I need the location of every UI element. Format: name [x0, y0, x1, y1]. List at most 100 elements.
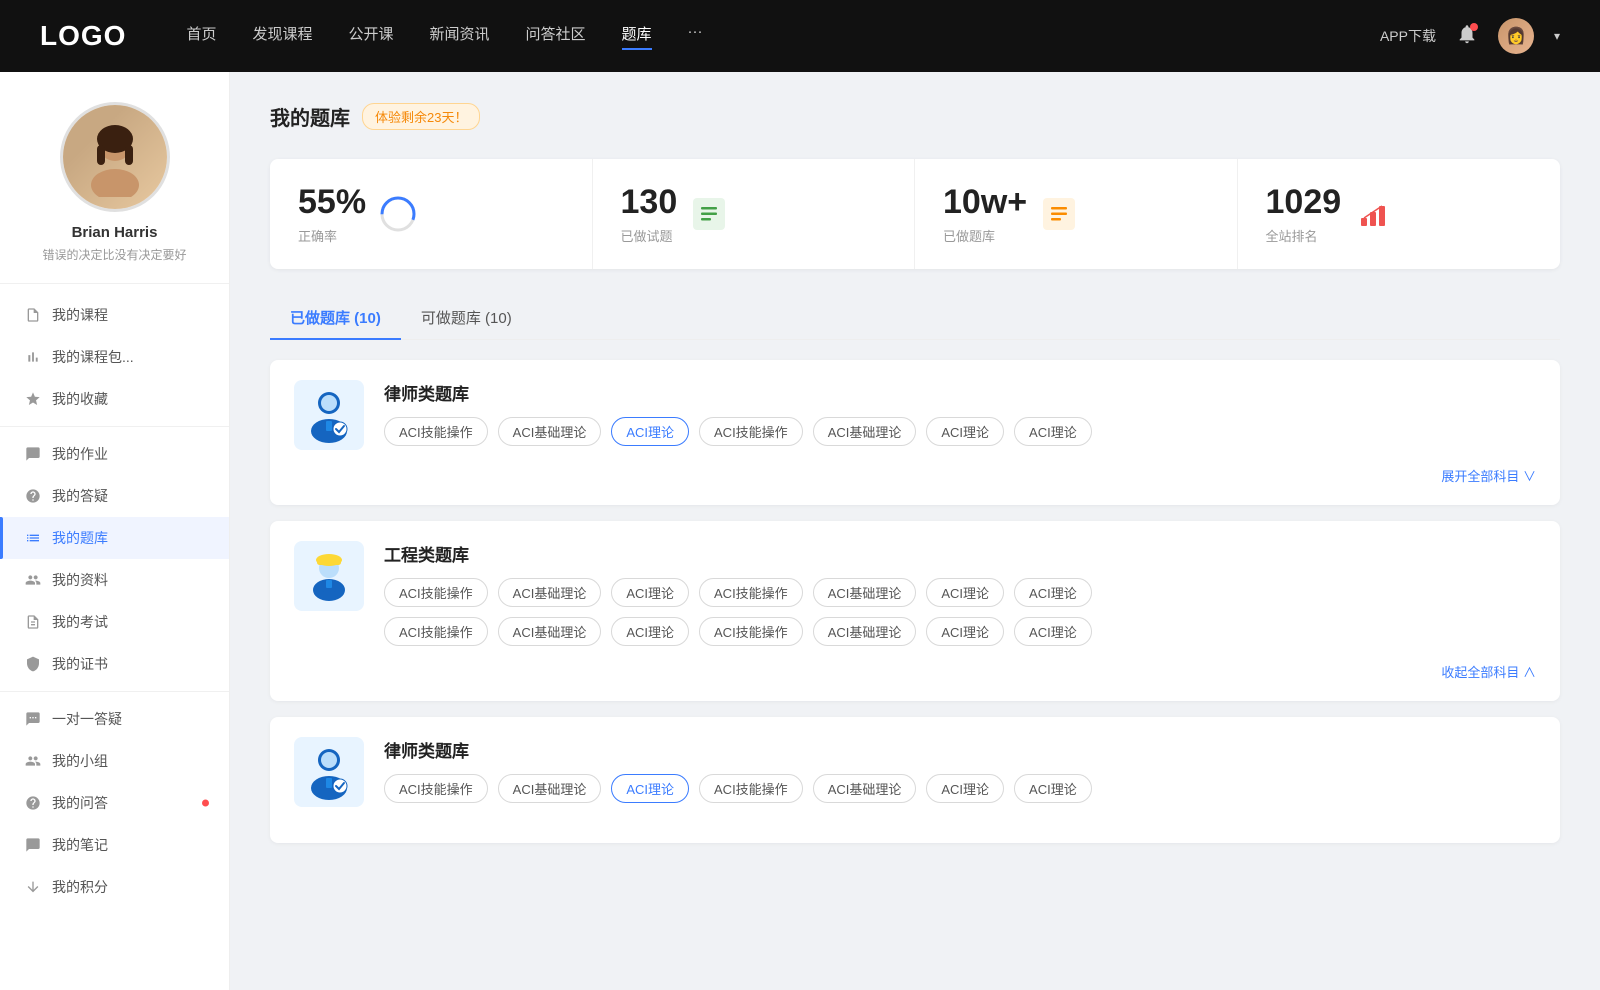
course-package-icon — [24, 348, 42, 366]
my-qa-icon — [24, 794, 42, 812]
tag[interactable]: ACI理论 — [1014, 774, 1092, 803]
sidebar-item-my-course[interactable]: 我的课程 — [0, 294, 229, 336]
sidebar-item-one-on-one[interactable]: 一对一答疑 — [0, 698, 229, 740]
tag[interactable]: ACI技能操作 — [699, 617, 803, 646]
sidebar-item-profile[interactable]: 我的资料 — [0, 559, 229, 601]
menu-label: 我的资料 — [52, 570, 108, 590]
avatar-dropdown-icon[interactable]: ▾ — [1554, 29, 1560, 43]
tag[interactable]: ACI基础理论 — [813, 774, 917, 803]
tag[interactable]: ACI技能操作 — [699, 417, 803, 446]
sidebar-item-exam[interactable]: 我的考试 — [0, 601, 229, 643]
tag[interactable]: ACI基础理论 — [813, 578, 917, 607]
collapse-button[interactable]: 收起全部科目 ∧ — [294, 662, 1536, 681]
profile-motto: 错误的决定比没有决定要好 — [20, 246, 209, 263]
tag[interactable]: ACI理论 — [926, 774, 1004, 803]
stat-info: 130 已做试题 — [621, 183, 678, 245]
group-icon — [24, 752, 42, 770]
menu-label: 我的题库 — [52, 528, 108, 548]
bank-title-area: 律师类题库 ACI技能操作 ACI基础理论 ACI理论 ACI技能操作 ACI基… — [384, 380, 1536, 446]
notification-bell[interactable] — [1456, 23, 1478, 50]
trial-badge: 体验剩余23天！ — [362, 103, 480, 130]
nav-right: APP下载 👩 ▾ — [1380, 18, 1560, 54]
sidebar-item-certificate[interactable]: 我的证书 — [0, 643, 229, 685]
sidebar-item-group[interactable]: 我的小组 — [0, 740, 229, 782]
menu-label: 我的问答 — [52, 793, 108, 813]
page-header: 我的题库 体验剩余23天！ — [270, 102, 1560, 131]
tag[interactable]: ACI技能操作 — [699, 774, 803, 803]
nav-link-more[interactable]: ··· — [688, 23, 703, 50]
bank-tags: ACI技能操作 ACI基础理论 ACI理论 ACI技能操作 ACI基础理论 AC… — [384, 578, 1536, 607]
points-icon — [24, 878, 42, 896]
bank-title: 工程类题库 — [384, 541, 1536, 566]
tag[interactable]: ACI技能操作 — [699, 578, 803, 607]
bank-title: 律师类题库 — [384, 737, 1536, 762]
sidebar-item-course-package[interactable]: 我的课程包... — [0, 336, 229, 378]
stat-label: 正确率 — [298, 226, 366, 245]
tag[interactable]: ACI基础理论 — [498, 774, 602, 803]
sidebar-item-my-qa[interactable]: 我的问答 — [0, 782, 229, 824]
nav-link-courses[interactable]: 发现课程 — [252, 23, 312, 50]
stat-label: 已做题库 — [943, 226, 1027, 245]
sidebar-item-question-bank[interactable]: 我的题库 — [0, 517, 229, 559]
bank-card-lawyer-2: 律师类题库 ACI技能操作 ACI基础理论 ACI理论 ACI技能操作 ACI基… — [270, 717, 1560, 843]
tag[interactable]: ACI基础理论 — [813, 617, 917, 646]
tag[interactable]: ACI理论 — [1014, 578, 1092, 607]
tab-available-banks[interactable]: 可做题库 (10) — [401, 297, 532, 340]
tag[interactable]: ACI基础理论 — [498, 417, 602, 446]
tag[interactable]: ACI基础理论 — [498, 617, 602, 646]
nav-link-qa[interactable]: 问答社区 — [526, 23, 586, 50]
menu-label: 我的小组 — [52, 751, 108, 771]
bank-icon-lawyer — [294, 380, 364, 450]
tag[interactable]: ACI基础理论 — [813, 417, 917, 446]
menu-divider — [0, 426, 229, 427]
nav-link-bank[interactable]: 题库 — [622, 23, 652, 50]
menu-divider-2 — [0, 691, 229, 692]
bank-tags: ACI技能操作 ACI基础理论 ACI理论 ACI技能操作 ACI基础理论 AC… — [384, 774, 1536, 803]
tag[interactable]: ACI技能操作 — [384, 774, 488, 803]
expand-button[interactable]: 展开全部科目 ∨ — [294, 466, 1536, 485]
tag[interactable]: ACI技能操作 — [384, 578, 488, 607]
stat-rank: 1029 全站排名 — [1238, 159, 1561, 269]
stat-done-banks: 10w+ 已做题库 — [915, 159, 1238, 269]
tag[interactable]: ACI理论 — [1014, 617, 1092, 646]
sidebar-item-notes[interactable]: 我的笔记 — [0, 824, 229, 866]
stat-done-questions: 130 已做试题 — [593, 159, 916, 269]
tag[interactable]: ACI理论 — [611, 578, 689, 607]
stat-info: 1029 全站排名 — [1266, 183, 1342, 245]
tag[interactable]: ACI技能操作 — [384, 617, 488, 646]
tag[interactable]: ACI理论 — [926, 578, 1004, 607]
tag[interactable]: ACI理论 — [926, 617, 1004, 646]
nav-link-news[interactable]: 新闻资讯 — [430, 23, 490, 50]
profile-avatar — [60, 102, 170, 212]
bank-title-area: 律师类题库 ACI技能操作 ACI基础理论 ACI理论 ACI技能操作 ACI基… — [384, 737, 1536, 803]
avatar[interactable]: 👩 — [1498, 18, 1534, 54]
page-layout: Brian Harris 错误的决定比没有决定要好 我的课程 我的课程包... — [0, 72, 1600, 990]
exam-icon — [24, 613, 42, 631]
list-orange-icon — [1041, 196, 1077, 232]
bank-card-lawyer-1: 律师类题库 ACI技能操作 ACI基础理论 ACI理论 ACI技能操作 ACI基… — [270, 360, 1560, 505]
sidebar-item-points[interactable]: 我的积分 — [0, 866, 229, 908]
one-on-one-icon — [24, 710, 42, 728]
bank-tags: ACI技能操作 ACI基础理论 ACI理论 ACI技能操作 ACI基础理论 AC… — [384, 417, 1536, 446]
tag[interactable]: ACI理论 — [1014, 417, 1092, 446]
nav-link-open[interactable]: 公开课 — [348, 23, 393, 50]
sidebar-item-favorites[interactable]: 我的收藏 — [0, 378, 229, 420]
avatar-image — [63, 105, 167, 209]
tab-done-banks[interactable]: 已做题库 (10) — [270, 297, 401, 340]
tag[interactable]: ACI理论 — [926, 417, 1004, 446]
tag-active[interactable]: ACI理论 — [611, 774, 689, 803]
tag[interactable]: ACI基础理论 — [498, 578, 602, 607]
app-download-button[interactable]: APP下载 — [1380, 26, 1436, 46]
nav-links: 首页 发现课程 公开课 新闻资讯 问答社区 题库 ··· — [186, 23, 1380, 50]
nav-link-home[interactable]: 首页 — [186, 23, 216, 50]
tag[interactable]: ACI理论 — [611, 617, 689, 646]
tag[interactable]: ACI技能操作 — [384, 417, 488, 446]
menu-label: 我的考试 — [52, 612, 108, 632]
navbar: LOGO 首页 发现课程 公开课 新闻资讯 问答社区 题库 ··· APP下载 … — [0, 0, 1600, 72]
tag-active[interactable]: ACI理论 — [611, 417, 689, 446]
sidebar-item-homework[interactable]: 我的作业 — [0, 433, 229, 475]
bank-card-engineer: 工程类题库 ACI技能操作 ACI基础理论 ACI理论 ACI技能操作 ACI基… — [270, 521, 1560, 701]
sidebar-item-qa[interactable]: 我的答疑 — [0, 475, 229, 517]
bank-icon-engineer — [294, 541, 364, 611]
bank-tags-row2: ACI技能操作 ACI基础理论 ACI理论 ACI技能操作 ACI基础理论 AC… — [384, 617, 1536, 646]
